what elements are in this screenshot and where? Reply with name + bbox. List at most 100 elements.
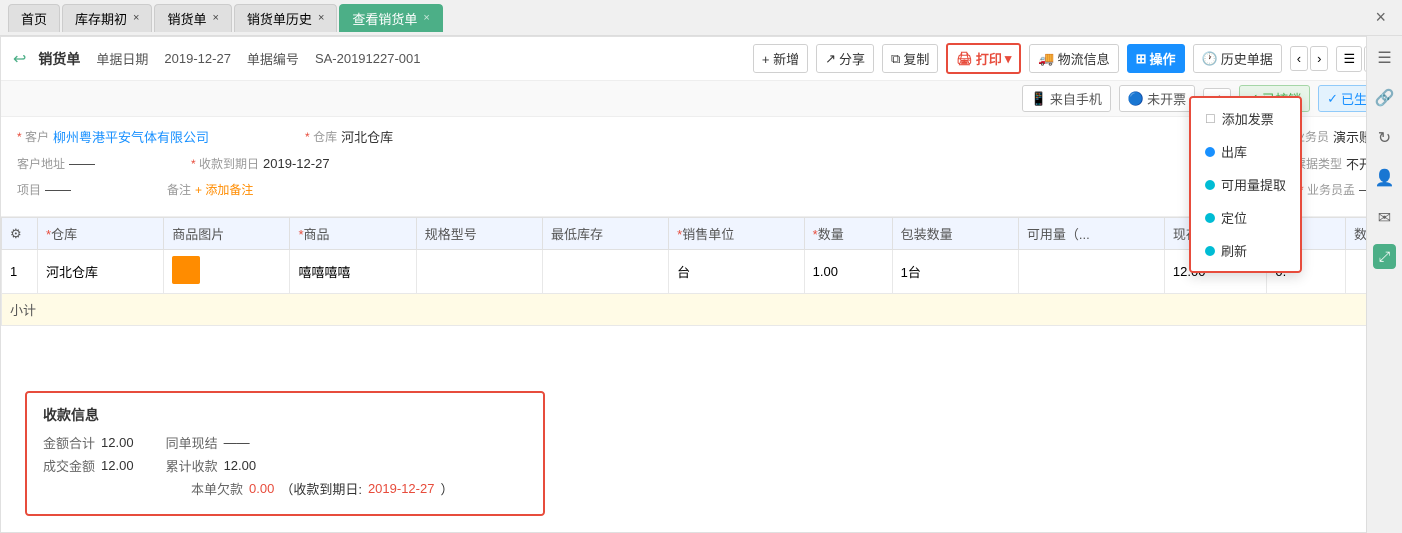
sidebar-link-icon[interactable]: 🔗 [1371, 84, 1399, 112]
nav-prev-button[interactable]: ‹ [1290, 46, 1308, 71]
sidebar-user-icon[interactable]: 👤 [1371, 164, 1399, 192]
overdue-date: 2019-12-27 [368, 481, 435, 496]
col-settings: ⚙ [2, 218, 38, 250]
tab-sales-close[interactable]: × [212, 12, 218, 24]
due-date-field: 收款到期日 2019-12-27 [191, 155, 330, 172]
available-qty-dot-icon [1205, 180, 1215, 190]
tab-sales-label: 销货单 [167, 9, 206, 28]
transaction-label: 成交金额 [43, 456, 95, 475]
row-available [1018, 250, 1164, 294]
doc-date-label: 单据日期 [96, 49, 148, 68]
view-list-button[interactable]: ☰ [1336, 46, 1362, 72]
sidebar-refresh-icon[interactable]: ↻ [1374, 124, 1395, 152]
refresh-dot-icon [1205, 246, 1215, 256]
print-button[interactable]: 🖨 打印 ▾ [946, 43, 1021, 74]
overdue-close: ） [440, 479, 453, 498]
sidebar-list-icon[interactable]: ☰ [1373, 44, 1395, 72]
overdue-note: （收款到期日: [280, 479, 362, 498]
history-button-label: 历史单据 [1221, 49, 1273, 68]
payment-row-3: 本单欠款 0.00 （收款到期日: 2019-12-27 ） [43, 479, 527, 498]
unopened-button[interactable]: 🔵 未开票 [1119, 85, 1195, 112]
bottom-area: 收款信息 金额合计 12.00 同单现结 —— 成交金额 12.00 累计收款 [1, 383, 1401, 532]
dropdown-outbound-label: 出库 [1221, 142, 1247, 161]
doc-title: 销货单 [38, 49, 80, 69]
row-sales-unit: 台 [669, 250, 805, 294]
project-value: —— [45, 182, 71, 197]
history-button[interactable]: 🕐 历史单据 [1193, 44, 1282, 73]
sidebar-mail-icon[interactable]: ✉ [1374, 204, 1395, 232]
dropdown-add-invoice[interactable]: ☐ 添加发票 [1191, 102, 1300, 135]
dropdown-locate[interactable]: 定位 [1191, 201, 1300, 234]
form-row-2: 客户地址 —— 收款到期日 2019-12-27 票据类型 不开票 [17, 154, 1385, 173]
customer-label: 客户 [17, 128, 49, 145]
warehouse-field: 仓库 河北仓库 [305, 127, 393, 146]
sidebar-expand-icon[interactable]: ⤢ [1373, 244, 1396, 269]
share-icon: ↗ [825, 51, 836, 67]
dropdown-outbound[interactable]: 出库 [1191, 135, 1300, 168]
add-note-button[interactable]: 添加备注 [195, 181, 253, 198]
new-button[interactable]: + 新增 [753, 44, 808, 73]
tab-home[interactable]: 首页 [8, 4, 60, 32]
outbound-dot-icon [1205, 147, 1215, 157]
total-amount-value: 12.00 [101, 435, 134, 450]
toolbar-row1: ↩ 销货单 单据日期 2019-12-27 单据编号 SA-20191227-0… [1, 37, 1401, 81]
window-close-button[interactable]: × [1367, 7, 1394, 28]
col-product: *商品 [290, 218, 416, 250]
tab-sales-history[interactable]: 销货单历史 × [234, 4, 337, 32]
row-product: 嘻嘻嘻嘻 [290, 250, 416, 294]
locate-dot-icon [1205, 213, 1215, 223]
tab-inventory-close[interactable]: × [133, 12, 139, 24]
right-sidebar: ☰ 🔗 ↻ 👤 ✉ ⤢ [1366, 36, 1402, 533]
payment-title: 收款信息 [43, 405, 527, 425]
row-quantity: 1.00 [804, 250, 892, 294]
operations-button[interactable]: ⊞ 操作 [1127, 44, 1185, 73]
invoice-checkbox-icon: ☐ [1205, 112, 1216, 126]
ticket-icon: 🔵 [1128, 91, 1144, 107]
dropdown-available-qty-label: 可用量提取 [1221, 175, 1286, 194]
payment-info: 收款信息 金额合计 12.00 同单现结 —— 成交金额 12.00 累计收款 [25, 391, 545, 516]
dropdown-available-qty[interactable]: 可用量提取 [1191, 168, 1300, 201]
subtotal-label: 小计 [2, 294, 1401, 326]
settings-icon[interactable]: ⚙ [10, 226, 22, 241]
overdue-field: 本单欠款 0.00 （收款到期日: 2019-12-27 ） [191, 479, 453, 498]
col-pack-qty: 包装数量 [892, 218, 1018, 250]
phone-button[interactable]: 📱 来自手机 [1022, 85, 1111, 112]
col-warehouse: *仓库 [38, 218, 164, 250]
col-available: 可用量（... [1018, 218, 1164, 250]
cumulative-label: 累计收款 [166, 456, 218, 475]
effective-check-icon: ✓ [1327, 91, 1338, 107]
total-amount-label: 金额合计 [43, 433, 95, 452]
copy-button[interactable]: ⧉ 复制 [882, 44, 938, 73]
customer-value[interactable]: 柳州粤港平安气体有限公司 [53, 127, 209, 146]
share-button[interactable]: ↗ 分享 [816, 44, 874, 73]
customer-field: 客户 柳州粤港平安气体有限公司 [17, 127, 209, 146]
dropdown-refresh-label: 刷新 [1221, 241, 1247, 260]
form-row-3: 项目 —— 备注 添加备注 业务员孟 —— [17, 181, 1385, 198]
operations-button-label: 操作 [1150, 49, 1176, 68]
tab-sales[interactable]: 销货单 × [154, 4, 231, 32]
row-warehouse: 河北仓库 [38, 250, 164, 294]
warehouse-label: 仓库 [305, 128, 337, 145]
tab-view-sales-close[interactable]: × [423, 12, 429, 24]
cumulative-value: 12.00 [224, 458, 257, 473]
logistics-button[interactable]: 🚚 物流信息 [1029, 44, 1118, 73]
cumulative-field: 累计收款 12.00 [166, 456, 257, 475]
nav-next-button[interactable]: › [1310, 46, 1328, 71]
tab-home-label: 首页 [21, 9, 47, 28]
address-label: 客户地址 [17, 155, 65, 172]
same-order-value: —— [224, 435, 250, 450]
payment-row-1: 金额合计 12.00 同单现结 —— [43, 433, 527, 452]
tab-sales-history-close[interactable]: × [318, 12, 324, 24]
dropdown-locate-label: 定位 [1221, 208, 1247, 227]
logistics-button-label: 物流信息 [1058, 49, 1110, 68]
row-pack-qty: 1台 [892, 250, 1018, 294]
overdue-label: 本单欠款 [191, 479, 243, 498]
row-img [164, 250, 290, 294]
phone-icon: 📱 [1031, 91, 1047, 107]
project-field: 项目 —— [17, 181, 71, 198]
tab-inventory-label: 库存期初 [75, 9, 127, 28]
dropdown-refresh[interactable]: 刷新 [1191, 234, 1300, 267]
tab-inventory[interactable]: 库存期初 × [62, 4, 152, 32]
transaction-field: 成交金额 12.00 [43, 456, 134, 475]
tab-view-sales[interactable]: 查看销货单 × [339, 4, 442, 32]
